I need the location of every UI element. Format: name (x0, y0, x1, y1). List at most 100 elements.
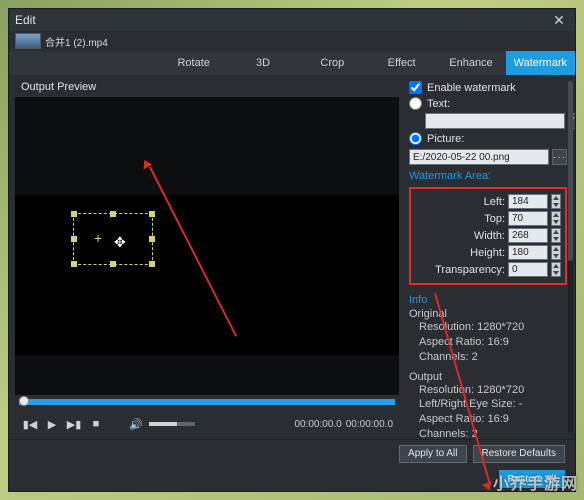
preview-label: Output Preview (15, 81, 399, 97)
wm-top-spinner[interactable] (551, 211, 561, 226)
wm-handle-tl[interactable] (71, 211, 77, 217)
tab-bar: Rotate 3D Crop Effect Enhance Watermark (9, 51, 575, 75)
wm-handle-l[interactable] (71, 236, 77, 242)
file-name: 合并1 (2).mp4 (45, 34, 108, 49)
wm-trans-row: Transparency: (415, 262, 561, 277)
wm-picture-path-input[interactable] (409, 149, 549, 165)
site-watermark: 小乔手游网 (493, 470, 578, 494)
next-frame-button[interactable]: ▶▮ (65, 415, 83, 433)
apply-to-all-button[interactable]: Apply to All (399, 445, 466, 463)
play-icon: ▶ (48, 418, 56, 431)
wm-area-highlight: Left: Top: Width: Height: (409, 187, 567, 285)
tab-rotate[interactable]: Rotate (159, 51, 228, 75)
info-output-resolution: Resolution: 1280*720 (419, 383, 567, 398)
wm-handle-t[interactable] (110, 211, 116, 217)
wm-width-spinner[interactable] (551, 228, 561, 243)
time-current: 00:00:00.0 (294, 419, 341, 430)
file-thumb-row: 合并1 (2).mp4 (9, 31, 575, 51)
dialog-footer: Apply to All Restore Defaults (9, 439, 575, 467)
file-thumbnail[interactable] (15, 33, 41, 49)
volume-button[interactable]: 🔊 (127, 415, 145, 433)
time-total: 00:00:00.0 (346, 419, 393, 430)
close-button[interactable]: ✕ (549, 10, 569, 30)
wm-top-label: Top: (484, 213, 505, 225)
wm-height-row: Height: (415, 245, 561, 260)
prev-frame-button[interactable]: ▮◀ (21, 415, 39, 433)
wm-text-radio-row[interactable]: Text: (409, 97, 567, 110)
info-output-channels: Channels: 2 (419, 427, 567, 439)
info-original-head: Original (409, 308, 567, 320)
tab-watermark[interactable]: Watermark (506, 51, 575, 75)
timeline-playhead[interactable] (19, 396, 29, 406)
wm-area-head: Watermark Area: (409, 170, 567, 182)
player-controls: ▮◀ ▶ ▶▮ ■ 🔊 00:00:00.0 00:00:00.0 (15, 409, 399, 439)
browse-icon: ··· (553, 152, 566, 163)
enable-watermark-checkbox[interactable] (409, 81, 422, 94)
timeline[interactable] (19, 399, 395, 405)
stop-icon: ■ (93, 418, 100, 430)
play-button[interactable]: ▶ (43, 415, 61, 433)
wm-center-plus-icon: + (94, 230, 102, 246)
restore-defaults-button[interactable]: Restore Defaults (473, 445, 565, 463)
wm-left-row: Left: (415, 194, 561, 209)
wm-left-input[interactable] (508, 194, 548, 209)
wm-left-spinner[interactable] (551, 194, 561, 209)
wm-text-input[interactable] (425, 113, 565, 129)
watermark-box[interactable]: + ✥ (73, 213, 153, 265)
tab-enhance[interactable]: Enhance (436, 51, 505, 75)
wm-trans-spinner[interactable] (551, 262, 561, 277)
wm-text-label: Text: (427, 98, 450, 110)
prev-frame-icon: ▮◀ (23, 418, 38, 431)
wm-height-input[interactable] (508, 245, 548, 260)
wm-text-radio[interactable] (409, 97, 422, 110)
info-original-aspect: Aspect Ratio: 16:9 (419, 335, 567, 350)
info-head: Info (409, 294, 567, 306)
wm-picture-label: Picture: (427, 133, 464, 145)
wm-picture-browse-button[interactable]: ··· (552, 149, 567, 165)
wm-left-label: Left: (484, 196, 505, 208)
watermark-panel: Enable watermark Text: T ▮ Picture: ··· … (399, 75, 575, 439)
info-output-head: Output (409, 371, 567, 383)
enable-watermark-label: Enable watermark (427, 82, 516, 94)
info-output-eye: Left/Right Eye Size: - (419, 397, 567, 412)
timeline-row (15, 395, 399, 409)
wm-width-row: Width: (415, 228, 561, 243)
wm-handle-bl[interactable] (71, 261, 77, 267)
wm-handle-r[interactable] (149, 236, 155, 242)
wm-move-icon: ✥ (114, 234, 126, 251)
info-original-channels: Channels: 2 (419, 350, 567, 365)
wm-handle-tr[interactable] (149, 211, 155, 217)
tab-crop[interactable]: Crop (298, 51, 367, 75)
wm-handle-br[interactable] (149, 261, 155, 267)
volume-slider[interactable] (149, 422, 195, 426)
close-icon: ✕ (553, 12, 565, 29)
wm-trans-input[interactable] (508, 262, 548, 277)
wm-picture-radio-row[interactable]: Picture: (409, 132, 567, 145)
wm-top-row: Top: (415, 211, 561, 226)
wm-picture-path-row: ··· (409, 149, 567, 165)
scrollbar-thumb[interactable] (568, 81, 573, 261)
info-output-aspect: Aspect Ratio: 16:9 (419, 412, 567, 427)
titlebar: Edit ✕ (9, 9, 575, 31)
wm-height-label: Height: (470, 247, 505, 259)
tab-3d[interactable]: 3D (228, 51, 297, 75)
tab-effect[interactable]: Effect (367, 51, 436, 75)
wm-trans-label: Transparency: (435, 264, 505, 276)
wm-handle-b[interactable] (110, 261, 116, 267)
wm-width-label: Width: (474, 230, 505, 242)
wm-height-spinner[interactable] (551, 245, 561, 260)
time-display: 00:00:00.0 00:00:00.0 (294, 419, 393, 430)
enable-watermark-row[interactable]: Enable watermark (409, 81, 567, 94)
window-title: Edit (15, 13, 549, 27)
stop-button[interactable]: ■ (87, 415, 105, 433)
info-block: Info Original Resolution: 1280*720 Aspec… (409, 294, 567, 439)
preview-pane: Output Preview + ✥ (9, 75, 399, 439)
info-original-resolution: Resolution: 1280*720 (419, 320, 567, 335)
main-area: Output Preview + ✥ (9, 75, 575, 439)
wm-text-input-row: T ▮ (425, 113, 567, 129)
edit-window: Edit ✕ 合并1 (2).mp4 Rotate 3D Crop Effect… (8, 8, 576, 492)
wm-picture-radio[interactable] (409, 132, 422, 145)
preview-canvas[interactable]: + ✥ (15, 97, 399, 395)
wm-width-input[interactable] (508, 228, 548, 243)
wm-top-input[interactable] (508, 211, 548, 226)
